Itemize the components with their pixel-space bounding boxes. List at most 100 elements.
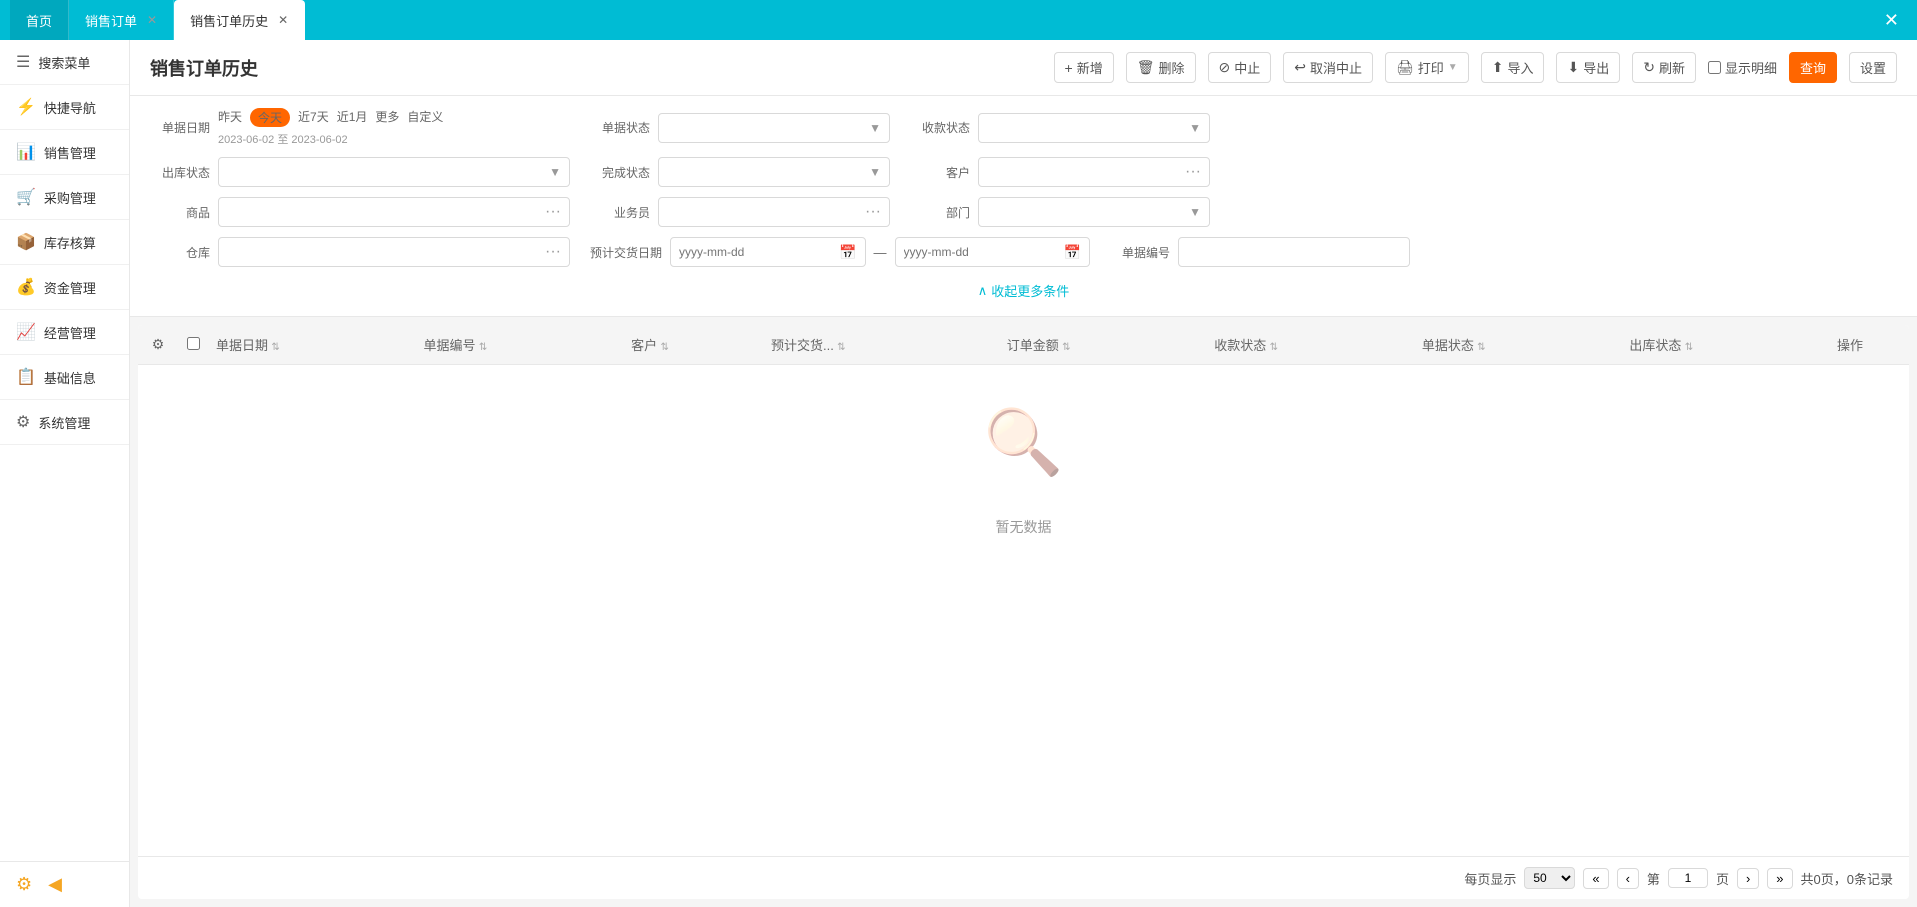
date-custom[interactable]: 自定义 <box>407 108 443 127</box>
sidebar-item-system-mgmt[interactable]: ⚙ 系统管理 <box>0 400 129 445</box>
tab-home[interactable]: 首页 <box>10 0 69 40</box>
delivery-date-start-control[interactable]: 📅 <box>670 237 866 267</box>
col-customer-label: 客户 <box>631 338 657 353</box>
date-quick-options: 昨天 今天 近7天 近1月 更多 自定义 <box>218 108 570 127</box>
query-button[interactable]: 查询 <box>1789 52 1837 83</box>
page-size-select[interactable]: 50 10 20 100 <box>1524 867 1575 889</box>
tab-sales-order-history[interactable]: 销售订单历史 ✕ <box>174 0 305 40</box>
sidebar-item-search-menu[interactable]: ☰ 搜索菜单 <box>0 40 129 85</box>
date-7days[interactable]: 近7天 <box>298 108 329 127</box>
warehouse-dots[interactable]: ··· <box>545 243 561 261</box>
date-yesterday[interactable]: 昨天 <box>218 108 242 127</box>
cancel-stop-button[interactable]: ↩ 取消中止 <box>1283 52 1373 83</box>
sidebar-item-capital-mgmt[interactable]: 💰 资金管理 <box>0 265 129 310</box>
salesperson-dots[interactable]: ··· <box>865 203 881 221</box>
display-toggle-label: 显示明细 <box>1725 58 1777 77</box>
sidebar-item-sales-mgmt[interactable]: 📊 销售管理 <box>0 130 129 175</box>
prev-page-button[interactable]: ‹ <box>1617 868 1639 889</box>
inventory-icon: 📦 <box>16 232 36 252</box>
filter-product: 商品 ··· <box>150 197 570 227</box>
col-delivery-sort[interactable]: ⇅ <box>837 342 845 353</box>
stop-button[interactable]: ⊘ 中止 <box>1208 52 1272 83</box>
filter-warehouse: 仓库 ··· <box>150 237 570 267</box>
col-amount-sort[interactable]: ⇅ <box>1062 342 1070 353</box>
table-section: ⚙ 单据日期 ⇅ 单据编号 ⇅ <box>138 325 1909 899</box>
select-all-checkbox[interactable] <box>187 337 200 350</box>
complete-status-control[interactable]: ▼ <box>658 157 890 187</box>
bill-number-input[interactable] <box>1187 245 1401 259</box>
product-dots[interactable]: ··· <box>545 203 561 221</box>
filter-row-2: 出库状态 ▼ 完成状态 ▼ 客户 <box>150 157 1897 187</box>
col-customer-sort[interactable]: ⇅ <box>660 342 668 353</box>
col-date-label: 单据日期 <box>216 338 268 353</box>
page-title: 销售订单历史 <box>150 55 258 81</box>
next-page-button[interactable]: › <box>1737 868 1759 889</box>
top-bar: 首页 销售订单 ✕ 销售订单历史 ✕ ✕ <box>0 0 1917 40</box>
tab-sales-order-history-close[interactable]: ✕ <box>278 13 288 27</box>
export-button[interactable]: ⬇ 导出 <box>1556 52 1620 83</box>
payment-status-arrow: ▼ <box>1189 121 1201 135</box>
first-page-button[interactable]: « <box>1583 868 1608 889</box>
sidebar-item-search-menu-label: 搜索菜单 <box>38 53 90 72</box>
date-more[interactable]: 更多 <box>375 108 399 127</box>
last-page-button[interactable]: » <box>1767 868 1792 889</box>
col-number-sort[interactable]: ⇅ <box>479 342 487 353</box>
delete-icon: 🗑 <box>1137 59 1155 76</box>
col-payment-status-sort[interactable]: ⇅ <box>1270 342 1278 353</box>
delivery-date-start-input[interactable] <box>679 245 835 259</box>
col-date-sort[interactable]: ⇅ <box>271 342 279 353</box>
bill-status-control[interactable]: ▼ <box>658 113 890 143</box>
department-control[interactable]: ▼ <box>978 197 1210 227</box>
new-button[interactable]: + 新增 <box>1054 52 1114 83</box>
customer-dots[interactable]: ··· <box>1185 163 1201 181</box>
toolbar: + 新增 🗑 删除 ⊘ 中止 ↩ 取消中止 🖨 打印 <box>1054 52 1898 83</box>
delete-label: 删除 <box>1158 58 1184 77</box>
warehouse-label: 仓库 <box>150 244 210 261</box>
date-1month[interactable]: 近1月 <box>337 108 368 127</box>
sidebar-item-basic-info[interactable]: 📋 基础信息 <box>0 355 129 400</box>
sidebar-collapse-icon[interactable]: ◀ <box>48 874 62 895</box>
page-input[interactable] <box>1668 868 1708 888</box>
delete-button[interactable]: 🗑 删除 <box>1126 52 1196 83</box>
tab-sales-order[interactable]: 销售订单 ✕ <box>69 0 174 40</box>
calendar-end-icon[interactable]: 📅 <box>1064 244 1081 261</box>
col-warehouse-status-sort[interactable]: ⇅ <box>1685 342 1693 353</box>
cancel-stop-label: 取消中止 <box>1310 58 1362 77</box>
sidebar-item-operations-mgmt[interactable]: 📈 经营管理 <box>0 310 129 355</box>
print-button[interactable]: 🖨 打印 ▼ <box>1385 52 1469 83</box>
sidebar-item-basic-info-label: 基础信息 <box>44 368 96 387</box>
empty-illustration <box>974 405 1074 505</box>
customer-control[interactable]: ··· <box>978 157 1210 187</box>
bill-number-control[interactable] <box>1178 237 1410 267</box>
payment-status-control[interactable]: ▼ <box>978 113 1210 143</box>
delivery-date-end-input[interactable] <box>904 245 1060 259</box>
display-toggle[interactable]: 显示明细 <box>1708 58 1777 77</box>
tab-sales-order-close[interactable]: ✕ <box>147 13 157 27</box>
collapse-button[interactable]: ∧ 收起更多条件 <box>150 277 1897 304</box>
col-warehouse-status-label: 出库状态 <box>1629 338 1681 353</box>
sidebar-gear-icon[interactable]: ⚙ <box>16 874 32 895</box>
window-close-button[interactable]: ✕ <box>1876 6 1907 35</box>
sidebar-item-quick-nav[interactable]: ⚡ 快捷导航 <box>0 85 129 130</box>
import-button[interactable]: ⬆ 导入 <box>1481 52 1545 83</box>
sidebar-item-purchase-mgmt[interactable]: 🛒 采购管理 <box>0 175 129 220</box>
warehouse-status-control[interactable]: ▼ <box>218 157 570 187</box>
date-today[interactable]: 今天 <box>250 108 290 127</box>
product-control[interactable]: ··· <box>218 197 570 227</box>
display-toggle-checkbox[interactable] <box>1708 61 1721 74</box>
warehouse-control[interactable]: ··· <box>218 237 570 267</box>
settings-button[interactable]: 设置 <box>1849 52 1897 83</box>
table-col-bill-status: 单据状态 ⇅ <box>1414 325 1622 365</box>
table-col-check <box>178 325 208 365</box>
salesperson-control[interactable]: ··· <box>658 197 890 227</box>
table-col-settings: ⚙ <box>138 325 178 365</box>
sidebar-item-inventory[interactable]: 📦 库存核算 <box>0 220 129 265</box>
tab-sales-order-history-label: 销售订单历史 <box>190 11 268 30</box>
collapse-label: 收起更多条件 <box>991 281 1069 300</box>
calendar-start-icon[interactable]: 📅 <box>839 244 856 261</box>
refresh-button[interactable]: ↻ 刷新 <box>1632 52 1696 83</box>
filter-salesperson: 业务员 ··· <box>590 197 890 227</box>
col-bill-status-sort[interactable]: ⇅ <box>1477 342 1485 353</box>
table-gear-icon[interactable]: ⚙ <box>152 336 165 352</box>
delivery-date-end-control[interactable]: 📅 <box>895 237 1091 267</box>
